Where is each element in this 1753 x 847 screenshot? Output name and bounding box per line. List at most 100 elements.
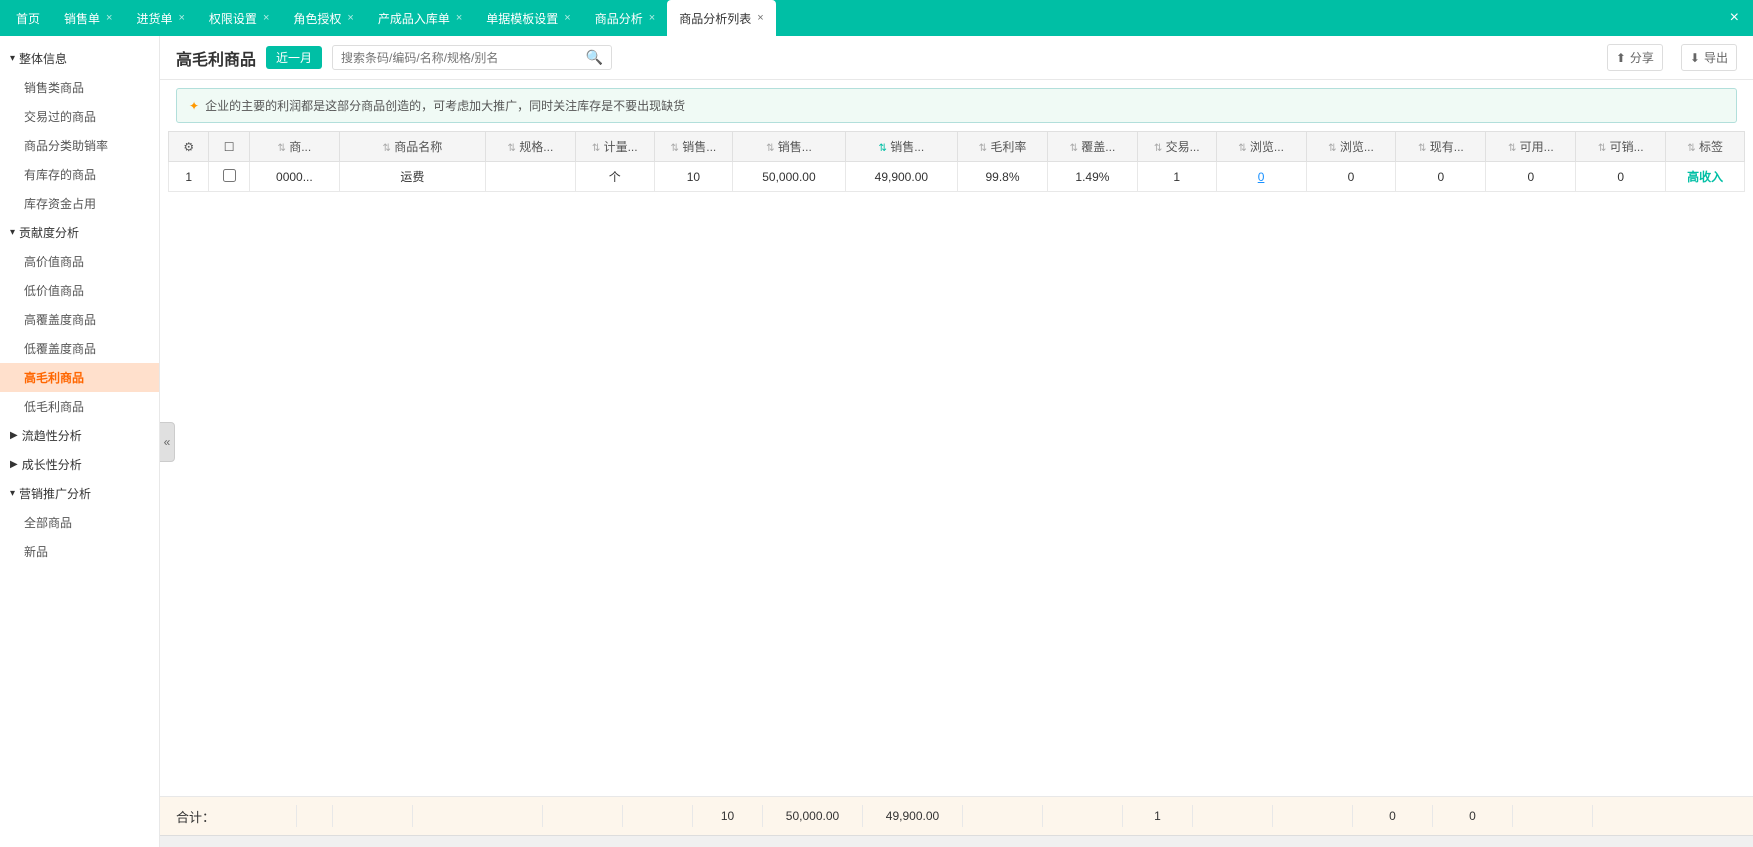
top-nav: 首页 销售单 × 进货单 × 权限设置 × 角色授权 × 产成品入库单 × 单据…: [0, 0, 1753, 36]
collapse-arrow: ▾: [10, 53, 15, 64]
sidebar-item-category-rate[interactable]: 商品分类助销率: [0, 131, 159, 160]
sidebar-item-low-coverage[interactable]: 低覆盖度商品: [0, 334, 159, 363]
col-current[interactable]: ⇅ 现有...: [1396, 132, 1486, 162]
col-settings[interactable]: ⚙: [169, 132, 209, 162]
search-input[interactable]: [341, 51, 586, 65]
browse1-link[interactable]: 0: [1258, 170, 1265, 184]
footer-cell-coverage: [1042, 805, 1122, 827]
close-icon[interactable]: ×: [564, 12, 570, 24]
tab-sales[interactable]: 销售单 ×: [52, 0, 124, 36]
collapse-arrow: ▾: [10, 488, 15, 499]
col-spec[interactable]: ⇅ 规格...: [485, 132, 575, 162]
row-tag: 高收入: [1666, 162, 1745, 192]
sidebar-group-marketing[interactable]: ▾ 营销推广分析: [0, 479, 159, 508]
sidebar: ▾ 整体信息 销售类商品 交易过的商品 商品分类助销率 有库存的商品 库存资金占…: [0, 36, 160, 847]
row-browse1[interactable]: 0: [1216, 162, 1306, 192]
col-unit[interactable]: ⇅ 计量...: [575, 132, 654, 162]
col-name[interactable]: ⇅ 商品名称: [339, 132, 485, 162]
tab-home[interactable]: 首页: [4, 0, 52, 36]
sidebar-group-growth[interactable]: ▶ 成长性分析: [0, 450, 159, 479]
sidebar-item-sales-goods[interactable]: 销售类商品: [0, 73, 159, 102]
row-gross-rate: 99.8%: [958, 162, 1048, 192]
collapse-arrow: ▶: [10, 459, 18, 470]
sidebar-item-in-stock[interactable]: 有库存的商品: [0, 160, 159, 189]
sidebar-item-traded-goods[interactable]: 交易过的商品: [0, 102, 159, 131]
footer-cell-1: [296, 805, 332, 827]
row-coverage: 1.49%: [1047, 162, 1137, 192]
sidebar-group-trend[interactable]: ▶ 流趋性分析: [0, 421, 159, 450]
close-icon[interactable]: ×: [649, 12, 655, 24]
tab-analysis-list[interactable]: 商品分析列表 ×: [667, 0, 775, 36]
sidebar-item-high-value[interactable]: 高价值商品: [0, 247, 159, 276]
period-button[interactable]: 近一月: [266, 46, 322, 69]
footer-cell-available: 0: [1432, 805, 1512, 827]
footer-cell-4: [542, 805, 622, 827]
content-header: 高毛利商品 近一月 🔍 ⬆ 分享 ⬇ 导出: [160, 36, 1753, 80]
tab-permission[interactable]: 权限设置 ×: [197, 0, 281, 36]
search-icon[interactable]: 🔍: [586, 49, 603, 66]
col-sale-amt2[interactable]: ⇅ 销售...: [845, 132, 957, 162]
col-checkbox[interactable]: ☐: [209, 132, 249, 162]
horizontal-scrollbar[interactable]: [160, 835, 1753, 847]
row-qty: 10: [654, 162, 733, 192]
col-trade[interactable]: ⇅ 交易...: [1137, 132, 1216, 162]
col-tag[interactable]: ⇅ 标签: [1666, 132, 1745, 162]
collapse-arrow: ▾: [10, 227, 15, 238]
footer-cell-qty: 10: [692, 805, 762, 827]
export-button[interactable]: ⬇ 导出: [1681, 44, 1737, 71]
footer-cell-5: [622, 805, 692, 827]
sidebar-collapse-button[interactable]: «: [160, 422, 175, 462]
footer-cell-gross: [962, 805, 1042, 827]
close-icon[interactable]: ×: [178, 12, 184, 24]
search-box: 🔍: [332, 45, 612, 70]
row-current: 0: [1396, 162, 1486, 192]
tab-analysis[interactable]: 商品分析 ×: [583, 0, 667, 36]
row-saleable: 0: [1576, 162, 1666, 192]
close-all-button[interactable]: ×: [1720, 9, 1749, 27]
sidebar-item-stock-capital[interactable]: 库存资金占用: [0, 189, 159, 218]
col-gross-rate[interactable]: ⇅ 毛利率: [958, 132, 1048, 162]
col-coverage[interactable]: ⇅ 覆盖...: [1047, 132, 1137, 162]
tab-role[interactable]: 角色授权 ×: [281, 0, 365, 36]
tab-inbound[interactable]: 产成品入库单 ×: [366, 0, 474, 36]
footer-label: 合计：: [176, 807, 296, 826]
footer-cell-trade: 1: [1122, 805, 1192, 827]
footer-cell-browse2: [1272, 805, 1352, 827]
row-checkbox-input[interactable]: [223, 169, 236, 182]
col-browse2[interactable]: ⇅ 浏览...: [1306, 132, 1396, 162]
row-checkbox[interactable]: [209, 162, 249, 192]
col-qty[interactable]: ⇅ 销售...: [654, 132, 733, 162]
share-icon: ⬆: [1616, 51, 1626, 65]
close-icon[interactable]: ×: [347, 12, 353, 24]
close-icon[interactable]: ×: [456, 12, 462, 24]
sidebar-item-low-value[interactable]: 低价值商品: [0, 276, 159, 305]
tab-purchase[interactable]: 进货单 ×: [124, 0, 196, 36]
col-available[interactable]: ⇅ 可用...: [1486, 132, 1576, 162]
col-browse1[interactable]: ⇅ 浏览...: [1216, 132, 1306, 162]
row-index: 1: [169, 162, 209, 192]
sidebar-item-new-goods[interactable]: 新品: [0, 537, 159, 566]
footer-cell-sale1: 50,000.00: [762, 805, 862, 827]
row-unit: 个: [575, 162, 654, 192]
close-icon[interactable]: ×: [263, 12, 269, 24]
col-saleable[interactable]: ⇅ 可销...: [1576, 132, 1666, 162]
col-code[interactable]: ⇅ 商...: [249, 132, 339, 162]
footer-cell-tag: [1592, 805, 1662, 827]
share-button[interactable]: ⬆ 分享: [1607, 44, 1663, 71]
col-sale-amt1[interactable]: ⇅ 销售...: [733, 132, 845, 162]
tab-template[interactable]: 单据模板设置 ×: [474, 0, 582, 36]
close-icon[interactable]: ×: [757, 12, 763, 24]
page-title: 高毛利商品: [176, 46, 256, 70]
info-bar: ✦ 企业的主要的利润都是这部分商品创造的，可考虑加大推广，同时关注库存是不要出现…: [176, 88, 1737, 123]
close-icon[interactable]: ×: [106, 12, 112, 24]
sidebar-item-high-coverage[interactable]: 高覆盖度商品: [0, 305, 159, 334]
sidebar-group-overall[interactable]: ▾ 整体信息: [0, 44, 159, 73]
sidebar-item-high-margin[interactable]: 高毛利商品: [0, 363, 159, 392]
row-sale-amt2: 49,900.00: [845, 162, 957, 192]
sidebar-item-low-margin[interactable]: 低毛利商品: [0, 392, 159, 421]
table-container: ⚙ ☐ ⇅ 商... ⇅ 商品名称 ⇅ 规格... ⇅ 计量... ⇅ 销售..…: [160, 131, 1753, 796]
sidebar-item-all-goods[interactable]: 全部商品: [0, 508, 159, 537]
footer-cell-sale2: 49,900.00: [862, 805, 962, 827]
sidebar-group-contribution[interactable]: ▾ 贡献度分析: [0, 218, 159, 247]
row-browse2: 0: [1306, 162, 1396, 192]
